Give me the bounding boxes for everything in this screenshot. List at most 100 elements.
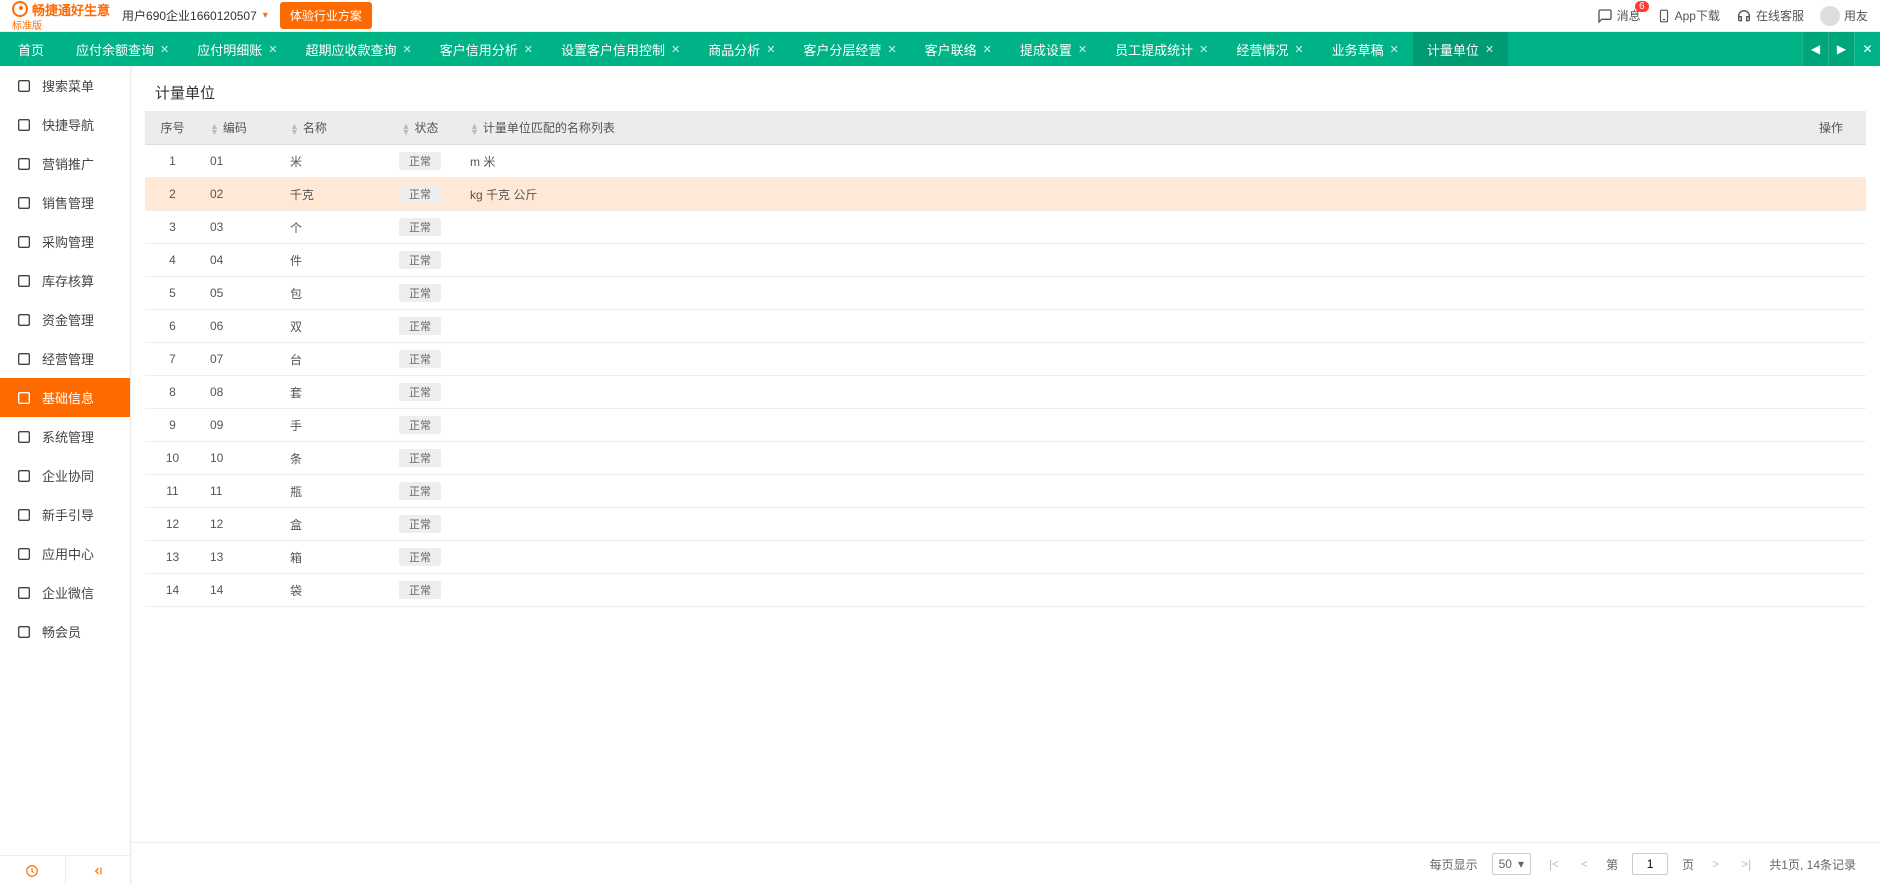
table-row[interactable]: 1313箱正常	[145, 541, 1866, 574]
close-icon[interactable]: ✕	[1078, 43, 1087, 56]
close-icon[interactable]: ✕	[1199, 43, 1208, 56]
sidebar-item[interactable]: 系统管理	[0, 417, 130, 456]
tab-item[interactable]: 超期应收款查询 ✕	[291, 32, 425, 66]
close-icon[interactable]: ✕	[1485, 43, 1494, 56]
sidebar-item[interactable]: 基础信息	[0, 378, 130, 417]
tabs-close-all[interactable]: ✕	[1854, 32, 1880, 66]
status-badge: 正常	[399, 152, 441, 170]
sidebar-icon	[16, 585, 32, 601]
sidebar-item[interactable]: 搜索菜单	[0, 66, 130, 105]
tab-label: 超期应收款查询	[305, 40, 396, 59]
sidebar-item[interactable]: 采购管理	[0, 222, 130, 261]
table-row[interactable]: 1212盒正常	[145, 508, 1866, 541]
tab-item[interactable]: 客户联络 ✕	[911, 32, 1006, 66]
cell-code: 07	[200, 343, 280, 376]
page-last[interactable]: >|	[1737, 857, 1755, 871]
table-row[interactable]: 404件正常	[145, 244, 1866, 277]
cell-name: 盒	[280, 508, 380, 541]
table-row[interactable]: 707台正常	[145, 343, 1866, 376]
tab-item[interactable]: 业务草稿✕	[1318, 32, 1413, 66]
sidebar-item[interactable]: 快捷导航	[0, 105, 130, 144]
tab-item[interactable]: 客户信用分析✕	[426, 32, 547, 66]
status-badge: 正常	[399, 449, 441, 467]
cell-code: 14	[200, 574, 280, 607]
cell-status: 正常	[380, 541, 460, 574]
tab-item[interactable]: 应付余额查询✕	[62, 32, 183, 66]
tab-home[interactable]: 首页	[0, 32, 62, 66]
th-seq[interactable]: 序号	[145, 111, 200, 145]
cell-match	[460, 244, 1796, 277]
table-row[interactable]: 808套正常	[145, 376, 1866, 409]
table-row[interactable]: 202千克正常kg 千克 公斤	[145, 178, 1866, 211]
table-row[interactable]: 606双正常	[145, 310, 1866, 343]
status-badge: 正常	[399, 317, 441, 335]
cell-seq: 9	[145, 409, 200, 442]
close-icon[interactable]: ✕	[671, 43, 680, 56]
trial-button[interactable]: 体验行业方案	[280, 2, 372, 29]
sidebar-item[interactable]: 营销推广	[0, 144, 130, 183]
sidebar-item[interactable]: 经营管理	[0, 339, 130, 378]
tabs-scroll-right[interactable]: ▶	[1828, 32, 1854, 66]
status-badge: 正常	[399, 284, 441, 302]
sidebar-item[interactable]: 新手引导	[0, 495, 130, 534]
sidebar-item-label: 快捷导航	[42, 115, 94, 134]
tab-item[interactable]: 员工提成统计✕	[1101, 32, 1222, 66]
sidebar-item[interactable]: 应用中心	[0, 534, 130, 573]
tabs-scroll-left[interactable]: ◀	[1802, 32, 1828, 66]
th-status[interactable]: ▲▼状态	[380, 111, 460, 145]
close-icon[interactable]: ✕	[268, 43, 277, 56]
status-badge: 正常	[399, 383, 441, 401]
table-row[interactable]: 909手正常	[145, 409, 1866, 442]
th-code[interactable]: ▲▼编码	[200, 111, 280, 145]
tab-item[interactable]: 经营情况✕	[1222, 32, 1317, 66]
close-icon[interactable]: ✕	[1294, 43, 1303, 56]
th-match[interactable]: ▲▼计量单位匹配的名称列表	[460, 111, 1796, 145]
table-row[interactable]: 1010条正常	[145, 442, 1866, 475]
app-download-link[interactable]: App下载	[1657, 7, 1720, 24]
close-icon[interactable]: ✕	[1390, 43, 1399, 56]
table-row[interactable]: 303个正常	[145, 211, 1866, 244]
messages-link[interactable]: 消息 6	[1597, 7, 1641, 24]
cell-status: 正常	[380, 409, 460, 442]
tab-item[interactable]: 计量单位✕	[1413, 32, 1508, 66]
table-row[interactable]: 101米正常m 米	[145, 145, 1866, 178]
th-name[interactable]: ▲▼名称	[280, 111, 380, 145]
sidebar-collapse-button[interactable]	[65, 856, 131, 885]
tab-item[interactable]: 商品分析✕	[694, 32, 789, 66]
sidebar-footer-btn-1[interactable]	[0, 856, 65, 885]
cell-name: 条	[280, 442, 380, 475]
page-next[interactable]: >	[1708, 857, 1723, 871]
page-prev[interactable]: <	[1577, 857, 1592, 871]
close-icon[interactable]: ✕	[160, 43, 169, 56]
sidebar-item-label: 应用中心	[42, 544, 94, 563]
tab-item[interactable]: 设置客户信用控制✕	[547, 32, 694, 66]
cell-status: 正常	[380, 178, 460, 211]
org-selector[interactable]: 用户690企业1660120507 ▾	[122, 7, 268, 24]
per-page-select[interactable]: 50 ▾	[1492, 853, 1531, 875]
tab-item[interactable]: 客户分层经营✕	[789, 32, 910, 66]
close-icon[interactable]: ✕	[403, 43, 412, 56]
tab-item[interactable]: 应付明细账✕	[183, 32, 291, 66]
tab-item[interactable]: 提成设置✕	[1006, 32, 1101, 66]
table-row[interactable]: 505包正常	[145, 277, 1866, 310]
sidebar-item[interactable]: 企业协同	[0, 456, 130, 495]
user-menu[interactable]: 用友	[1820, 6, 1868, 26]
close-icon[interactable]: ✕	[524, 43, 533, 56]
table-row[interactable]: 1414袋正常	[145, 574, 1866, 607]
sidebar-item[interactable]: 库存核算	[0, 261, 130, 300]
close-icon[interactable]: ✕	[887, 43, 896, 56]
sidebar-item[interactable]: 资金管理	[0, 300, 130, 339]
page-input[interactable]	[1632, 853, 1668, 875]
sidebar-item[interactable]: 畅会员	[0, 612, 130, 651]
tab-label: 客户联络	[925, 40, 977, 59]
cell-match: kg 千克 公斤	[460, 178, 1796, 211]
table-row[interactable]: 1111瓶正常	[145, 475, 1866, 508]
page-first[interactable]: |<	[1545, 857, 1563, 871]
sidebar-item[interactable]: 企业微信	[0, 573, 130, 612]
close-icon[interactable]: ✕	[983, 43, 992, 56]
cell-code: 09	[200, 409, 280, 442]
cell-match: m 米	[460, 145, 1796, 178]
sidebar-item[interactable]: 销售管理	[0, 183, 130, 222]
support-link[interactable]: 在线客服	[1736, 7, 1804, 24]
close-icon[interactable]: ✕	[766, 43, 775, 56]
